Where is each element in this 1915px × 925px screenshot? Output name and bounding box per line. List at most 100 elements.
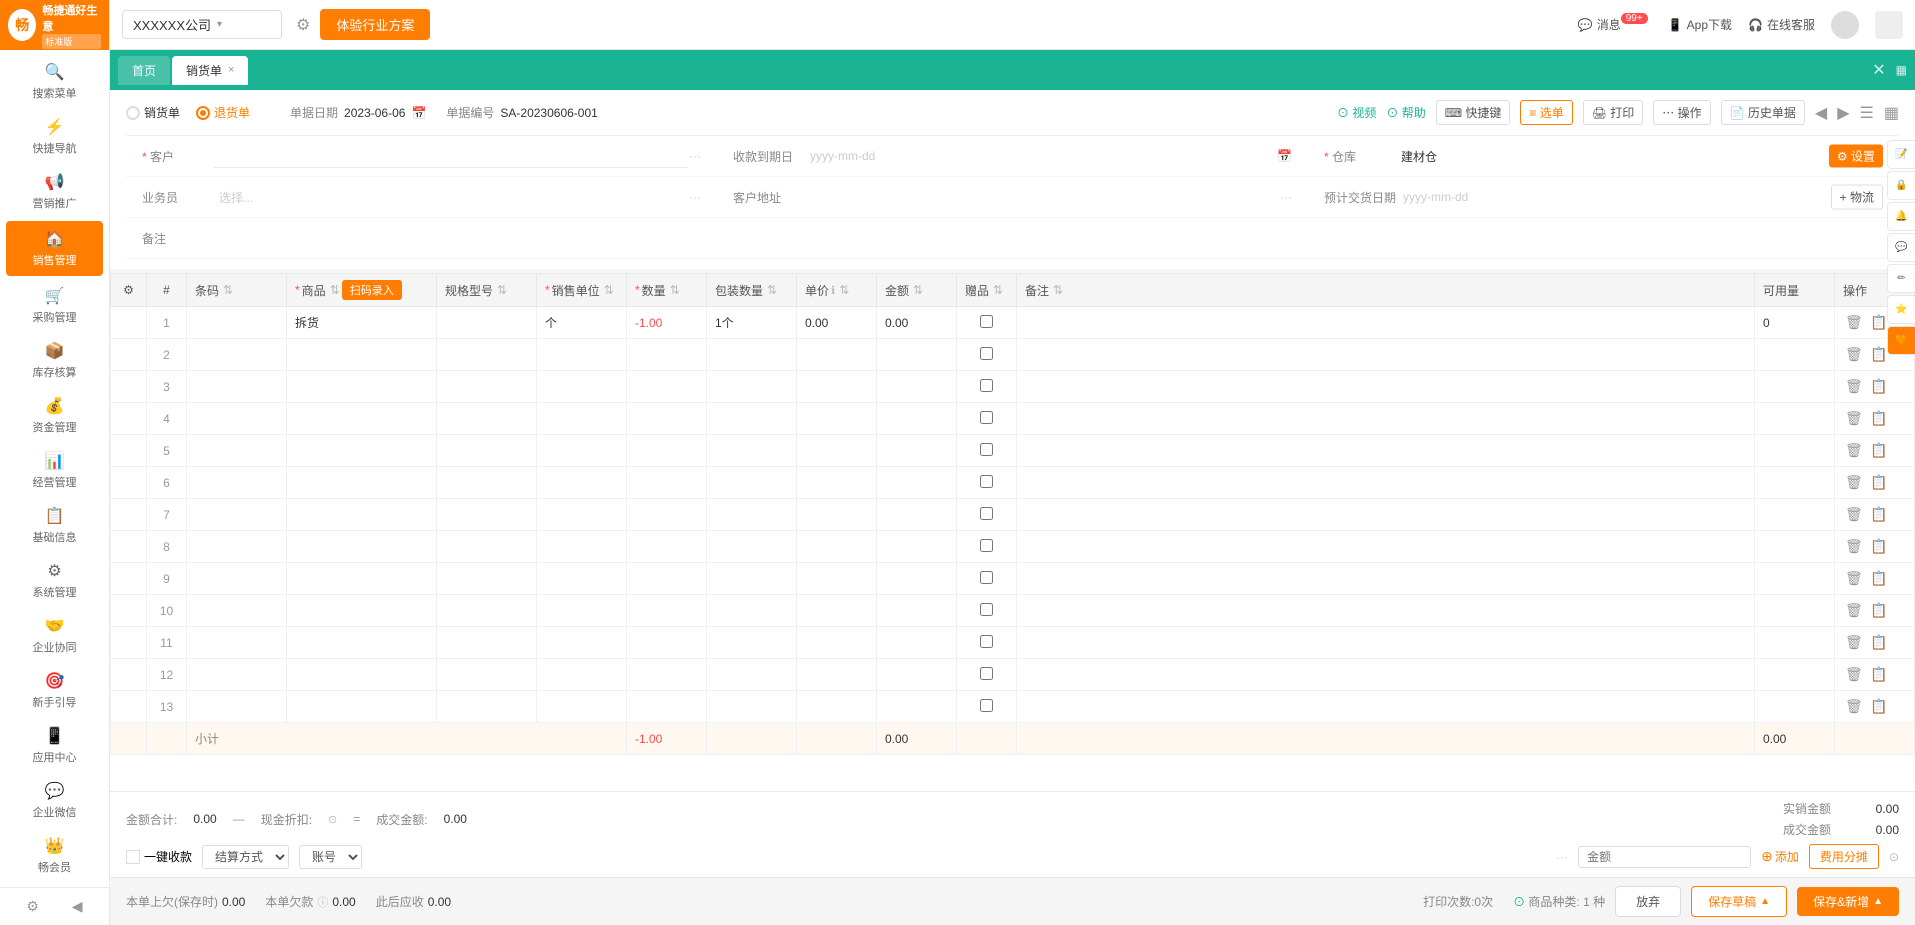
side-float-btn-5[interactable]: ✏ xyxy=(1887,264,1915,293)
cell-unit-1[interactable] xyxy=(537,339,627,371)
cell-gift-11[interactable] xyxy=(957,659,1017,691)
cell-gift-0[interactable] xyxy=(957,307,1017,339)
cell-qty-8[interactable] xyxy=(627,563,707,595)
cell-gift-1[interactable] xyxy=(957,339,1017,371)
th-remark[interactable]: 备注 ⇅ xyxy=(1017,274,1755,307)
cell-unit-7[interactable] xyxy=(537,531,627,563)
sort-goods-icon[interactable]: ⇅ xyxy=(330,283,340,297)
cell-barcode-8[interactable] xyxy=(187,563,287,595)
nav-prev-icon[interactable]: ◀ xyxy=(1815,103,1827,123)
settings-button[interactable]: ⚙ 设置 xyxy=(1829,145,1883,168)
cell-amount-11[interactable] xyxy=(877,659,957,691)
cell-spec-8[interactable] xyxy=(437,563,537,595)
sidebar-item-search[interactable]: 🔍 搜索菜单 xyxy=(0,54,109,109)
app-download-btn[interactable]: 📱 App下载 xyxy=(1668,16,1732,33)
cell-gift-5[interactable] xyxy=(957,467,1017,499)
cell-remark-7[interactable] xyxy=(1017,531,1755,563)
delete-row-0-btn[interactable]: 🗑 xyxy=(1843,312,1865,333)
cell-unit-6[interactable] xyxy=(537,499,627,531)
tab-layout-icon[interactable]: ▦ xyxy=(1896,63,1907,77)
cell-unit-10[interactable] xyxy=(537,627,627,659)
cell-qty-11[interactable] xyxy=(627,659,707,691)
cell-spec-2[interactable] xyxy=(437,371,537,403)
price-info-icon[interactable]: ℹ xyxy=(831,284,835,297)
cell-goods-10[interactable] xyxy=(287,627,437,659)
help-link[interactable]: ⊙ 帮助 xyxy=(1386,104,1425,121)
delete-row-2-btn[interactable]: 🗑 xyxy=(1843,376,1865,397)
payment-amount-input[interactable] xyxy=(1578,846,1751,868)
cell-price-0[interactable]: 0.00 xyxy=(797,307,877,339)
delete-row-6-btn[interactable]: 🗑 xyxy=(1843,504,1865,525)
goods-type-checkbox[interactable]: ⊙ xyxy=(1513,895,1525,909)
sidebar-item-marketing[interactable]: 📢 营销推广 xyxy=(0,164,109,219)
radio-sales-order[interactable]: 销货单 xyxy=(126,104,180,121)
cell-goods-12[interactable] xyxy=(287,691,437,723)
cell-unit-12[interactable] xyxy=(537,691,627,723)
cell-remark-3[interactable] xyxy=(1017,403,1755,435)
sidebar-item-operations[interactable]: 📊 经营管理 xyxy=(0,443,109,498)
copy-row-10-btn[interactable]: 📋 xyxy=(1868,632,1889,653)
cell-goods-4[interactable] xyxy=(287,435,437,467)
save-draft-button[interactable]: 保存草稿 ▲ xyxy=(1691,886,1787,917)
video-link[interactable]: ⊙ 视频 xyxy=(1337,104,1376,121)
cell-pkgqty-10[interactable] xyxy=(707,627,797,659)
cell-price-3[interactable] xyxy=(797,403,877,435)
payment-more-icon[interactable]: ··· xyxy=(1556,850,1568,864)
cell-unit-5[interactable] xyxy=(537,467,627,499)
close-all-tabs-icon[interactable]: ✕ xyxy=(1872,60,1885,80)
cell-goods-11[interactable] xyxy=(287,659,437,691)
cell-amount-6[interactable] xyxy=(877,499,957,531)
th-pkgqty[interactable]: 包装数量 ⇅ xyxy=(707,274,797,307)
cell-gift-12[interactable] xyxy=(957,691,1017,723)
history-btn[interactable]: 📄 历史单据 xyxy=(1721,100,1805,125)
cell-barcode-5[interactable] xyxy=(187,467,287,499)
cell-pkgqty-1[interactable] xyxy=(707,339,797,371)
cell-remark-12[interactable] xyxy=(1017,691,1755,723)
cell-qty-6[interactable] xyxy=(627,499,707,531)
cell-goods-3[interactable] xyxy=(287,403,437,435)
payment-account-select[interactable]: 账号 xyxy=(299,845,362,869)
layout-grid-icon[interactable]: ▦ xyxy=(1884,103,1899,123)
cell-qty-0[interactable]: -1.00 xyxy=(627,307,707,339)
cell-amount-5[interactable] xyxy=(877,467,957,499)
cell-qty-4[interactable] xyxy=(627,435,707,467)
remarks-input[interactable] xyxy=(212,226,1883,250)
cell-remark-2[interactable] xyxy=(1017,371,1755,403)
nav-next-icon[interactable]: ▶ xyxy=(1837,103,1849,123)
sort-gift-icon[interactable]: ⇅ xyxy=(993,283,1003,297)
add-payment-btn[interactable]: ⊕ 添加 xyxy=(1761,848,1799,865)
cell-goods-0[interactable]: 拆货 xyxy=(287,307,437,339)
due-date-input[interactable]: yyyy-mm-dd xyxy=(803,144,1273,168)
copy-row-11-btn[interactable]: 📋 xyxy=(1868,664,1889,685)
cell-qty-3[interactable] xyxy=(627,403,707,435)
cell-pkgqty-3[interactable] xyxy=(707,403,797,435)
company-selector[interactable]: XXXXXX公司 ▾ xyxy=(122,10,282,39)
message-btn[interactable]: 💬 消息 99+ xyxy=(1578,16,1652,33)
avatar[interactable] xyxy=(1831,11,1859,39)
delete-row-7-btn[interactable]: 🗑 xyxy=(1843,536,1865,557)
cell-amount-4[interactable] xyxy=(877,435,957,467)
customer-input[interactable] xyxy=(212,144,689,168)
cell-barcode-7[interactable] xyxy=(187,531,287,563)
side-float-btn-4[interactable]: 💬 xyxy=(1887,233,1915,262)
cell-goods-7[interactable] xyxy=(287,531,437,563)
table-container[interactable]: ⚙ # 条码 ⇅ *商品 ⇅ 扫码录入 规格型号 ⇅ xyxy=(110,273,1915,791)
scan-barcode-btn[interactable]: 扫码录入 xyxy=(342,280,402,300)
cell-spec-6[interactable] xyxy=(437,499,537,531)
abandon-button[interactable]: 放弃 xyxy=(1615,886,1681,917)
th-price[interactable]: 单价 ℹ ⇅ xyxy=(797,274,877,307)
delete-row-1-btn[interactable]: 🗑 xyxy=(1843,344,1865,365)
cell-remark-0[interactable] xyxy=(1017,307,1755,339)
gear-icon[interactable]: ⚙ xyxy=(296,15,310,35)
cell-spec-11[interactable] xyxy=(437,659,537,691)
cell-amount-2[interactable] xyxy=(877,371,957,403)
delete-row-3-btn[interactable]: 🗑 xyxy=(1843,408,1865,429)
copy-row-3-btn[interactable]: 📋 xyxy=(1868,408,1889,429)
cell-barcode-6[interactable] xyxy=(187,499,287,531)
copy-row-4-btn[interactable]: 📋 xyxy=(1868,440,1889,461)
cell-price-2[interactable] xyxy=(797,371,877,403)
cell-qty-7[interactable] xyxy=(627,531,707,563)
copy-row-9-btn[interactable]: 📋 xyxy=(1868,600,1889,621)
cell-spec-3[interactable] xyxy=(437,403,537,435)
cell-pkgqty-7[interactable] xyxy=(707,531,797,563)
